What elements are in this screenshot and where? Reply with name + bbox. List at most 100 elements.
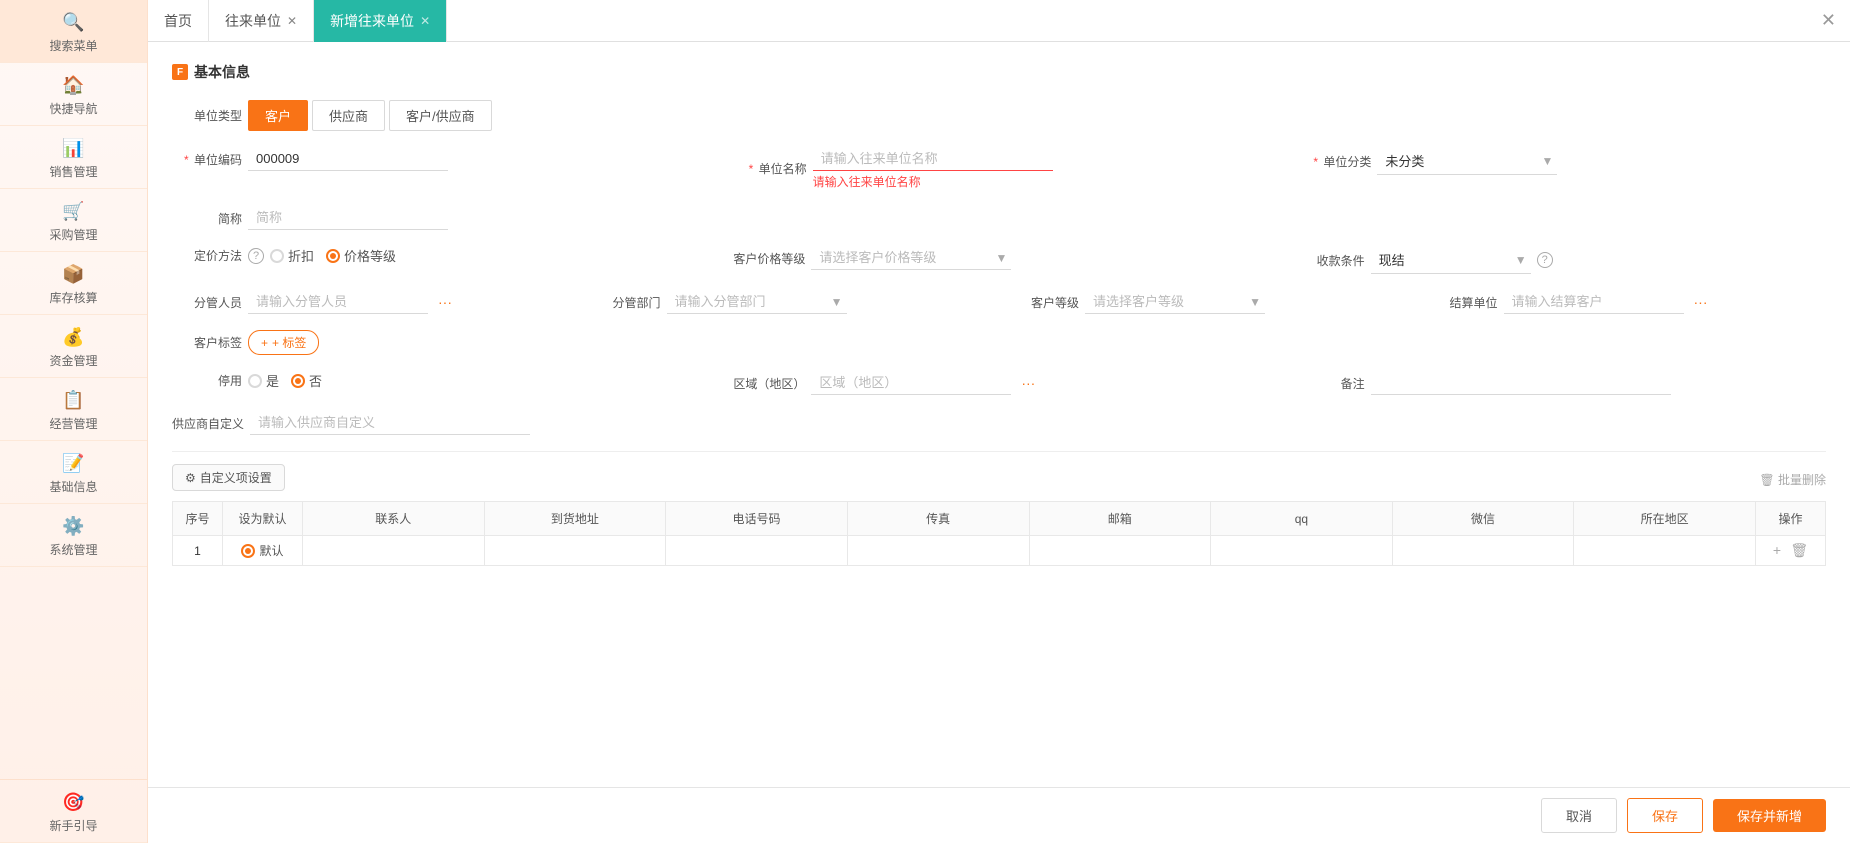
manager-field: 分管人员 ··· [172,290,571,314]
main-area: 首页 往来单位 ✕ 新增往来单位 ✕ ✕ F 基本信息 单位类型 客户 供应商 … [148,0,1850,843]
level-label: 价格等级 [344,246,396,265]
add-row-button[interactable]: + [1773,542,1781,558]
clipboard-icon: 📋 [62,390,84,411]
customer-level-select[interactable]: ▼ [1085,290,1265,314]
phone-input[interactable] [672,544,841,558]
row-contact[interactable] [303,536,485,566]
area-row-input[interactable] [1580,544,1749,558]
row-email[interactable] [1029,536,1211,566]
pricing-help-icon[interactable]: ? [248,248,264,264]
contact-table: 序号 设为默认 联系人 到货地址 电话号码 传真 邮箱 qq 微信 所在地区 操… [172,501,1826,566]
short-name-row: 简称 [172,206,1826,230]
remark-field: 备注 [1295,371,1826,395]
sidebar-item-guide[interactable]: 🎯 新手引导 [0,780,147,843]
short-name-input[interactable] [248,206,448,230]
tab-new-partner-close[interactable]: ✕ [420,15,430,27]
col-qq: qq [1211,502,1393,536]
unit-code-field: * 单位编码 [172,147,697,171]
add-tag-icon: + [261,336,268,350]
department-input[interactable] [667,290,847,314]
save-new-button[interactable]: 保存并新增 [1713,799,1826,832]
unit-category-select[interactable]: 未分类 ▼ [1377,147,1557,175]
unit-code-input[interactable] [248,147,448,171]
type-btn-customer[interactable]: 客户 [248,100,308,131]
sidebar-item-label: 新手引导 [49,817,97,834]
cancel-button[interactable]: 取消 [1541,798,1617,833]
unit-category-value: 未分类 [1377,147,1557,175]
bottom-section: ⚙ 自定义项设置 🗑 批量删除 序号 设为默认 联系人 到货地址 电话号码 [172,451,1826,566]
disabled-no-radio[interactable]: 否 [291,371,322,390]
department-field: 分管部门 ▼ [591,290,990,314]
department-select[interactable]: ▼ [667,290,847,314]
manager-ellipsis[interactable]: ··· [434,292,456,312]
row-phone[interactable] [666,536,848,566]
address-input[interactable] [491,544,660,558]
table-row: 1 默认 [173,536,1826,566]
col-address: 到货地址 [484,502,666,536]
unit-category-field: * 单位分类 未分类 ▼ [1301,147,1826,175]
type-btn-supplier[interactable]: 供应商 [312,100,385,131]
box-icon: 📦 [62,264,84,285]
tab-home[interactable]: 首页 [148,0,209,42]
tab-partners[interactable]: 往来单位 ✕ [209,0,314,42]
row-wechat[interactable] [1392,536,1574,566]
form-content: F 基本信息 单位类型 客户 供应商 客户/供应商 * 单位编码 [148,42,1850,787]
add-tag-button[interactable]: + + 标签 [248,330,319,355]
batch-delete-button[interactable]: 🗑 批量删除 [1759,471,1826,488]
remark-label: 备注 [1295,375,1365,392]
sidebar-item-quick-nav[interactable]: 🏠 快捷导航 [0,63,147,126]
sidebar-item-operations[interactable]: 📋 经营管理 [0,378,147,441]
sidebar-item-inventory[interactable]: 📦 库存核算 [0,252,147,315]
supplier-custom-input[interactable] [250,411,530,435]
area-ellipsis[interactable]: ··· [1017,373,1039,393]
row-default-radio[interactable]: 默认 [229,542,296,559]
sidebar-item-search[interactable]: 🔍 搜索菜单 [0,0,147,63]
row-area[interactable] [1574,536,1756,566]
save-button[interactable]: 保存 [1627,798,1703,833]
customer-price-input[interactable] [811,246,1011,270]
footer-bar: 取消 保存 保存并新增 [148,787,1850,843]
email-input[interactable] [1036,544,1205,558]
row-fax[interactable] [847,536,1029,566]
qq-input[interactable] [1217,544,1386,558]
settlement-input[interactable] [1504,290,1684,314]
cart-icon: 🛒 [62,201,84,222]
default-radio-label: 默认 [259,542,283,559]
payment-help-icon[interactable]: ? [1537,252,1553,268]
pricing-level-radio[interactable]: 价格等级 [326,246,396,265]
fax-input[interactable] [854,544,1023,558]
custom-settings-button[interactable]: ⚙ 自定义项设置 [172,464,285,491]
pricing-discount-radio[interactable]: 折扣 [270,246,314,265]
row-qq[interactable] [1211,536,1393,566]
chart-icon: 📊 [62,138,84,159]
area-input[interactable] [811,371,1011,395]
unit-name-input[interactable] [813,147,1053,171]
remark-input[interactable] [1371,371,1671,395]
sidebar-item-label: 库存核算 [49,289,97,306]
row-index: 1 [173,536,223,566]
row-address[interactable] [484,536,666,566]
wechat-input[interactable] [1399,544,1568,558]
delete-row-button[interactable]: 🗑 [1790,542,1808,558]
table-header-row: ⚙ 自定义项设置 🗑 批量删除 [172,464,1826,501]
disabled-field: 停用 是 否 [172,371,703,390]
tab-new-partner[interactable]: 新增往来单位 ✕ [314,0,447,42]
type-btn-both[interactable]: 客户/供应商 [389,100,492,131]
customer-price-select[interactable]: ▼ [811,246,1011,270]
global-close-button[interactable]: ✕ [1807,10,1850,31]
manager-row: 分管人员 ··· 分管部门 ▼ 客户等级 ▼ [172,290,1826,314]
manager-input[interactable] [248,290,428,314]
customer-level-input[interactable] [1085,290,1265,314]
sidebar-item-basic-info[interactable]: 📝 基础信息 [0,441,147,504]
payment-terms-select[interactable]: 现结 ▼ [1371,246,1531,274]
settlement-ellipsis[interactable]: ··· [1690,292,1712,312]
contact-input[interactable] [309,544,478,558]
sidebar-item-finance[interactable]: 💰 资金管理 [0,315,147,378]
unit-type-field: 单位类型 客户 供应商 客户/供应商 [172,100,492,131]
tab-partners-close[interactable]: ✕ [287,15,297,27]
sidebar-item-purchase[interactable]: 🛒 采购管理 [0,189,147,252]
row-default: 默认 [223,536,303,566]
disabled-yes-radio[interactable]: 是 [248,371,279,390]
sidebar-item-sales[interactable]: 📊 销售管理 [0,126,147,189]
sidebar-item-system[interactable]: ⚙️ 系统管理 [0,504,147,567]
